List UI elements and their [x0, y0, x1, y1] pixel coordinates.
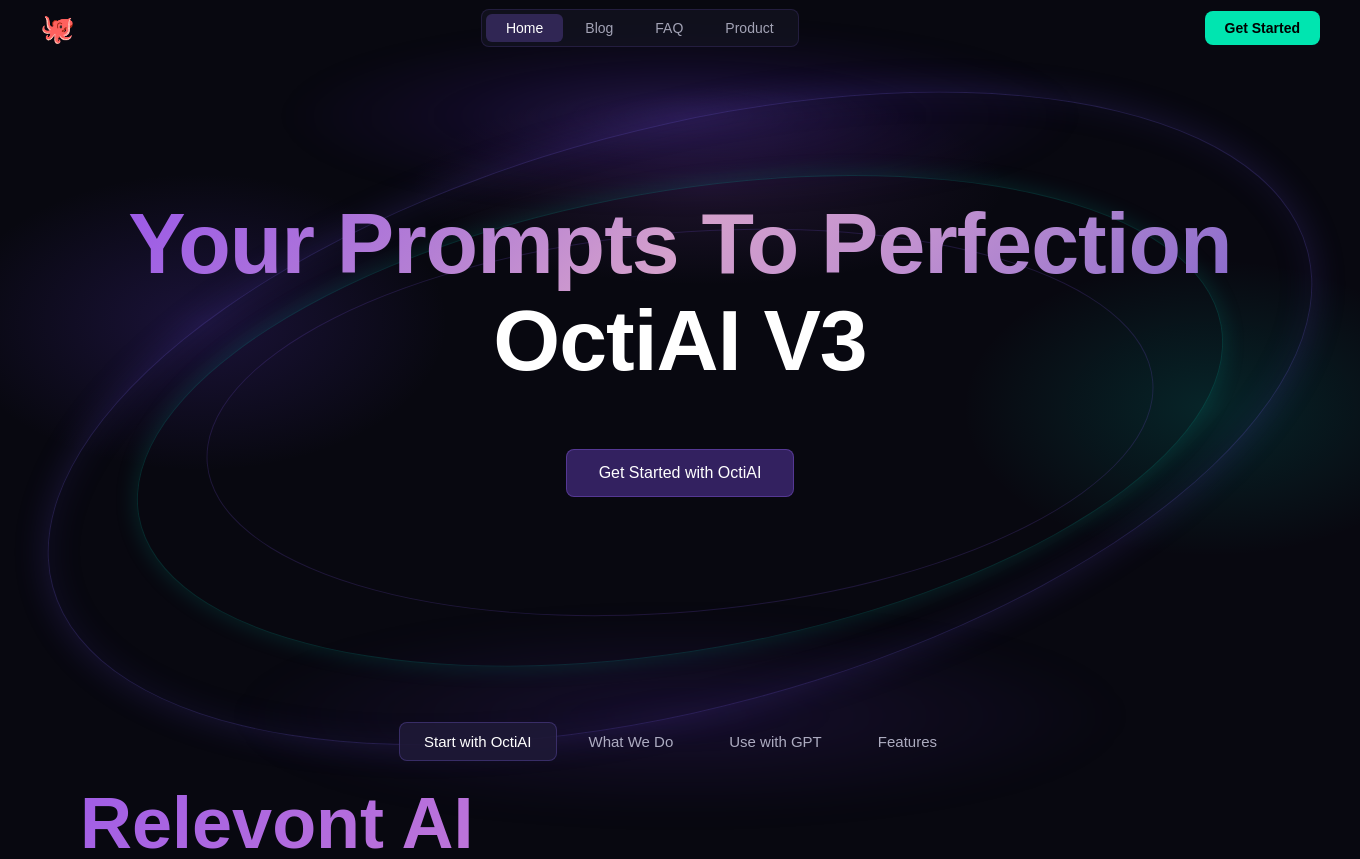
nav-menu: Home Blog FAQ Product	[481, 9, 799, 47]
tab-what-we-do[interactable]: What We Do	[565, 723, 698, 760]
bottom-section: Start with OctiAI What We Do Use with GP…	[0, 706, 1360, 859]
nav-get-started-button[interactable]: Get Started	[1205, 11, 1320, 45]
nav-item-home[interactable]: Home	[486, 14, 563, 42]
hero-cta-button[interactable]: Get Started with OctiAI	[566, 449, 795, 497]
hero-section: Your Prompts To Perfection OctiAI V3 Get…	[0, 56, 1360, 497]
tab-use-with-gpt[interactable]: Use with GPT	[705, 723, 846, 760]
hero-subtitle: OctiAI V3	[493, 291, 866, 390]
nav-item-blog[interactable]: Blog	[565, 14, 633, 42]
logo-icon: 🐙	[40, 12, 75, 45]
navbar: 🐙 Home Blog FAQ Product Get Started	[0, 0, 1360, 56]
bottom-tabs-bar: Start with OctiAI What We Do Use with GP…	[0, 706, 1360, 777]
tab-start-with-octiai[interactable]: Start with OctiAI	[399, 722, 557, 761]
hero-title: Your Prompts To Perfection	[128, 196, 1231, 291]
nav-item-faq[interactable]: FAQ	[635, 14, 703, 42]
bottom-section-title: Relevont AI	[0, 777, 1360, 859]
hero-cta-area: Get Started with OctiAI	[566, 449, 795, 497]
tab-features[interactable]: Features	[854, 723, 961, 760]
logo: 🐙	[40, 12, 75, 45]
nav-item-product[interactable]: Product	[705, 14, 793, 42]
